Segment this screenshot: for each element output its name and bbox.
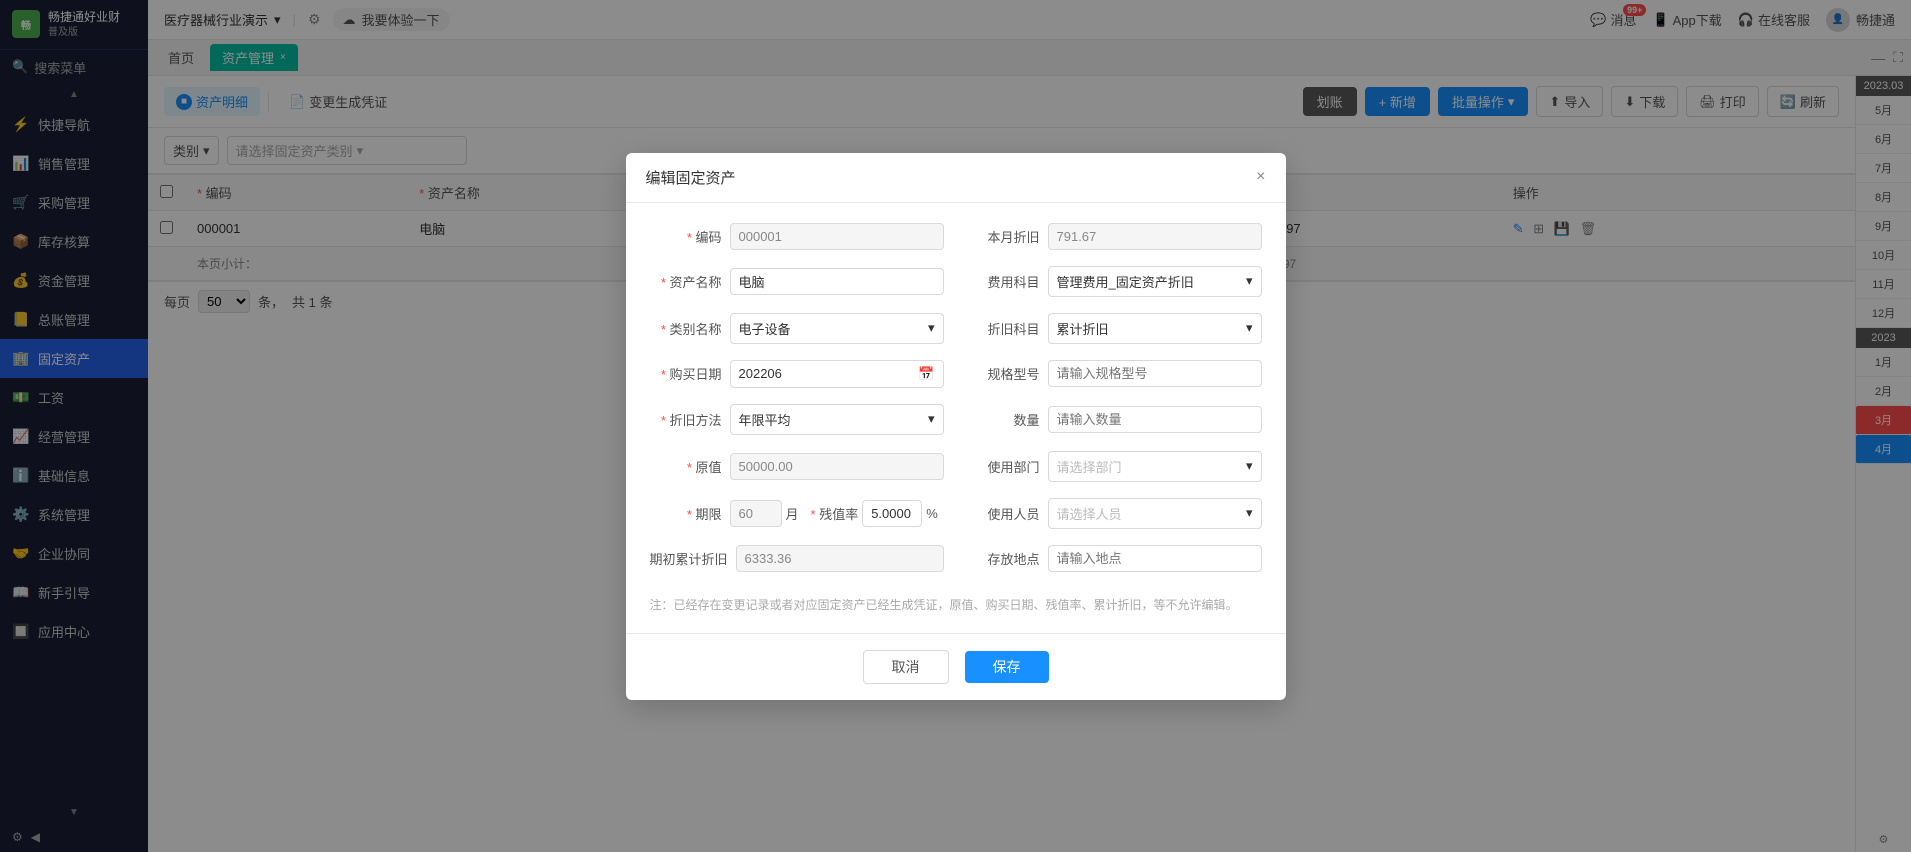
location-label: 存放地点	[968, 549, 1040, 568]
form-row-initial-accumulated: 期初累计折旧	[650, 545, 944, 572]
modal-note: 注：已经存在变更记录或者对应固定资产已经生成凭证，原值、购买日期、残值率、累计折…	[650, 588, 1262, 613]
department-select[interactable]: 请选择部门 ▾	[1048, 451, 1262, 482]
residual-rate-unit: %	[926, 506, 938, 521]
form-row-spec: 规格型号	[968, 360, 1262, 388]
residual-rate-label: 残值率	[811, 504, 859, 523]
quantity-input[interactable]	[1048, 406, 1262, 433]
expense-subject-select[interactable]: 管理费用_固定资产折旧 ▾	[1048, 266, 1262, 297]
code-input[interactable]	[730, 223, 944, 250]
modal-title: 编辑固定资产	[646, 167, 736, 188]
monthly-dep-input	[1048, 223, 1262, 250]
edit-asset-modal: 编辑固定资产 × 编码 本月折旧 资产名称	[626, 153, 1286, 700]
purchase-date-input[interactable]: 202206 📅	[730, 360, 944, 388]
cancel-button[interactable]: 取消	[863, 650, 949, 684]
calendar-icon: 📅	[918, 366, 934, 382]
save-button[interactable]: 保存	[965, 651, 1049, 683]
form-row-expense-subject: 费用科目 管理费用_固定资产折旧 ▾	[968, 266, 1262, 297]
category-label: 类别名称	[650, 319, 722, 338]
form-row-quantity: 数量	[968, 404, 1262, 435]
form-row-monthly-depreciation: 本月折旧	[968, 223, 1262, 250]
original-value-label: 原值	[650, 457, 722, 476]
department-dropdown-icon: ▾	[1246, 458, 1253, 474]
dep-method-label: 折旧方法	[650, 410, 722, 429]
modal-close-button[interactable]: ×	[1256, 168, 1265, 186]
form-row-purchase-date: 购买日期 202206 📅	[650, 360, 944, 388]
period-label: 期限	[650, 504, 722, 523]
dep-subject-dropdown-icon: ▾	[1246, 320, 1253, 336]
period-group: 月 残值率 %	[730, 500, 944, 527]
person-select[interactable]: 请选择人员 ▾	[1048, 498, 1262, 529]
form-row-depreciation-method: 折旧方法 年限平均 ▾	[650, 404, 944, 435]
department-label: 使用部门	[968, 457, 1040, 476]
form-row-original-value: 原值	[650, 451, 944, 482]
spec-input[interactable]	[1048, 360, 1262, 387]
period-input	[730, 500, 782, 527]
category-dropdown-icon: ▾	[928, 320, 935, 336]
person-dropdown-icon: ▾	[1246, 505, 1253, 521]
residual-rate-input	[862, 500, 922, 527]
modal-overlay: 编辑固定资产 × 编码 本月折旧 资产名称	[0, 0, 1911, 852]
dep-method-select[interactable]: 年限平均 ▾	[730, 404, 944, 435]
quantity-label: 数量	[968, 410, 1040, 429]
dep-method-dropdown-icon: ▾	[928, 411, 935, 427]
original-value-input	[730, 453, 944, 480]
spec-label: 规格型号	[968, 364, 1040, 383]
code-label: 编码	[650, 227, 722, 246]
period-unit: 月	[786, 504, 799, 523]
purchase-date-label: 购买日期	[650, 364, 722, 383]
form-row-depreciation-subject: 折旧科目 累计折旧 ▾	[968, 313, 1262, 344]
initial-accumulated-label: 期初累计折旧	[650, 549, 728, 568]
form-row-person: 使用人员 请选择人员 ▾	[968, 498, 1262, 529]
person-label: 使用人员	[968, 504, 1040, 523]
modal-header: 编辑固定资产 ×	[626, 153, 1286, 203]
form-row-category: 类别名称 电子设备 ▾	[650, 313, 944, 344]
form-row-location: 存放地点	[968, 545, 1262, 572]
category-select[interactable]: 电子设备 ▾	[730, 313, 944, 344]
location-input[interactable]	[1048, 545, 1262, 572]
form-row-code: 编码	[650, 223, 944, 250]
name-label: 资产名称	[650, 272, 722, 291]
modal-footer: 取消 保存	[626, 633, 1286, 700]
expense-dropdown-icon: ▾	[1246, 273, 1253, 289]
modal-body: 编码 本月折旧 资产名称 费用科目 管理费用_固定资产折旧 ▾	[626, 203, 1286, 633]
form-row-department: 使用部门 请选择部门 ▾	[968, 451, 1262, 482]
form-row-period: 期限 月 残值率 %	[650, 498, 944, 529]
dep-subject-label: 折旧科目	[968, 319, 1040, 338]
monthly-dep-label: 本月折旧	[968, 227, 1040, 246]
initial-accumulated-input	[736, 545, 944, 572]
form-row-name: 资产名称	[650, 266, 944, 297]
expense-subject-label: 费用科目	[968, 272, 1040, 291]
dep-subject-select[interactable]: 累计折旧 ▾	[1048, 313, 1262, 344]
name-input[interactable]	[730, 268, 944, 295]
modal-form-grid: 编码 本月折旧 资产名称 费用科目 管理费用_固定资产折旧 ▾	[650, 223, 1262, 613]
